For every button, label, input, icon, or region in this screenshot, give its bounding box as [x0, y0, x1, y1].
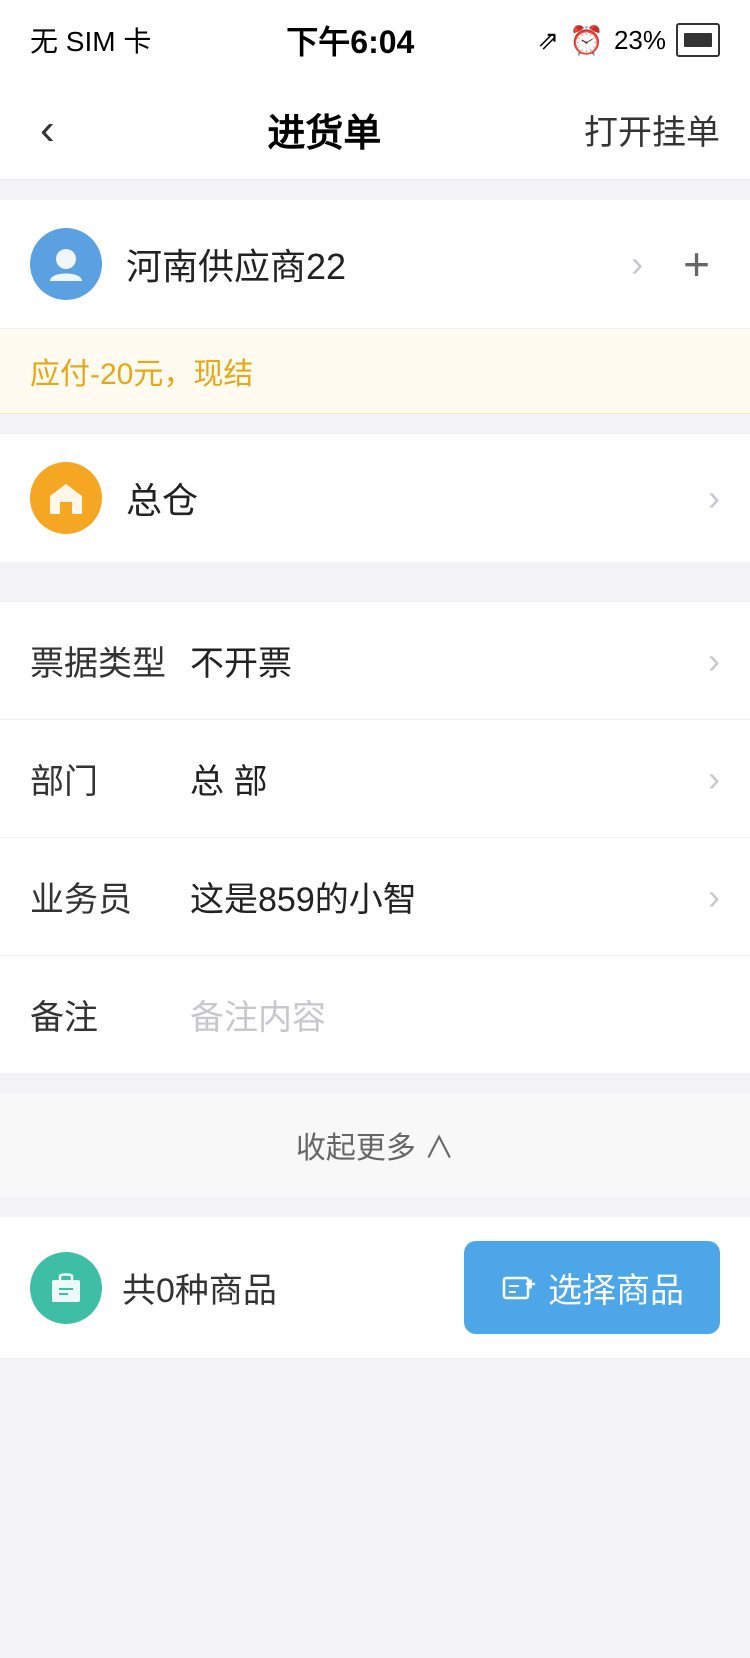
remarks-row[interactable]: 备注 备注内容: [0, 956, 750, 1073]
remarks-label: 备注: [30, 990, 170, 1039]
department-value: 总 部: [170, 754, 708, 803]
notice-divider: [0, 414, 750, 434]
nav-bar: ‹ 进货单 打开挂单: [0, 80, 750, 180]
time-label: 下午6:04: [286, 17, 414, 63]
battery-icon: [676, 23, 720, 57]
status-bar: 无 SIM 卡 下午6:04 ⇗ ⏰ 23%: [0, 0, 750, 80]
invoice-type-chevron-icon: ›: [708, 640, 720, 682]
status-right: ⇗ ⏰ 23%: [537, 23, 720, 57]
warehouse-icon: [30, 462, 102, 534]
department-label: 部门: [30, 754, 170, 803]
salesperson-value: 这是859的小智: [170, 872, 708, 921]
top-divider: [0, 180, 750, 200]
open-pending-button[interactable]: 打开挂单: [584, 105, 720, 154]
carrier-label: 无 SIM 卡: [30, 20, 151, 60]
invoice-type-value: 不开票: [170, 636, 708, 685]
select-product-icon: [500, 1270, 536, 1306]
select-product-label: 选择商品: [548, 1263, 684, 1312]
department-chevron-icon: ›: [708, 758, 720, 800]
back-button[interactable]: ‹: [30, 95, 65, 165]
battery-label: 23%: [614, 25, 666, 56]
supplier-chevron-icon: ›: [631, 243, 643, 285]
department-row[interactable]: 部门 总 部 ›: [0, 720, 750, 838]
collapse-label: 收起更多 ∧: [296, 1123, 454, 1167]
warehouse-row[interactable]: 总仓 ›: [0, 434, 750, 562]
form-section: 票据类型 不开票 › 部门 总 部 › 业务员 这是859的小智 › 备注 备注…: [0, 602, 750, 1073]
notice-text: 应付-20元，现结: [30, 358, 253, 391]
status-left: 无 SIM 卡: [30, 20, 163, 60]
page-title: 进货单: [267, 102, 381, 157]
remarks-input[interactable]: 备注内容: [170, 990, 720, 1039]
add-supplier-button[interactable]: +: [673, 237, 720, 291]
warehouse-chevron-icon: ›: [708, 477, 720, 519]
product-count-label: 共0种商品: [122, 1263, 444, 1312]
supplier-avatar: [30, 228, 102, 300]
supplier-row[interactable]: 河南供应商22 › +: [0, 200, 750, 329]
invoice-type-row[interactable]: 票据类型 不开票 ›: [0, 602, 750, 720]
supplier-name: 河南供应商22: [126, 238, 631, 290]
location-icon: ⇗: [537, 25, 559, 56]
select-product-button[interactable]: 选择商品: [464, 1241, 720, 1334]
page-background: [0, 1358, 750, 1658]
salesperson-row[interactable]: 业务员 这是859的小智 ›: [0, 838, 750, 956]
bottom-bar: 共0种商品 选择商品: [0, 1217, 750, 1358]
salesperson-label: 业务员: [30, 872, 170, 921]
middle-divider: [0, 562, 750, 582]
salesperson-chevron-icon: ›: [708, 876, 720, 918]
invoice-type-label: 票据类型: [30, 636, 170, 685]
alarm-icon: ⏰: [569, 24, 604, 57]
supplier-card: 河南供应商22 › + 应付-20元，现结 总仓 ›: [0, 200, 750, 562]
warehouse-name: 总仓: [126, 472, 708, 524]
notice-banner: 应付-20元，现结: [0, 329, 750, 414]
product-icon: [30, 1252, 102, 1324]
collapse-row[interactable]: 收起更多 ∧: [0, 1093, 750, 1197]
